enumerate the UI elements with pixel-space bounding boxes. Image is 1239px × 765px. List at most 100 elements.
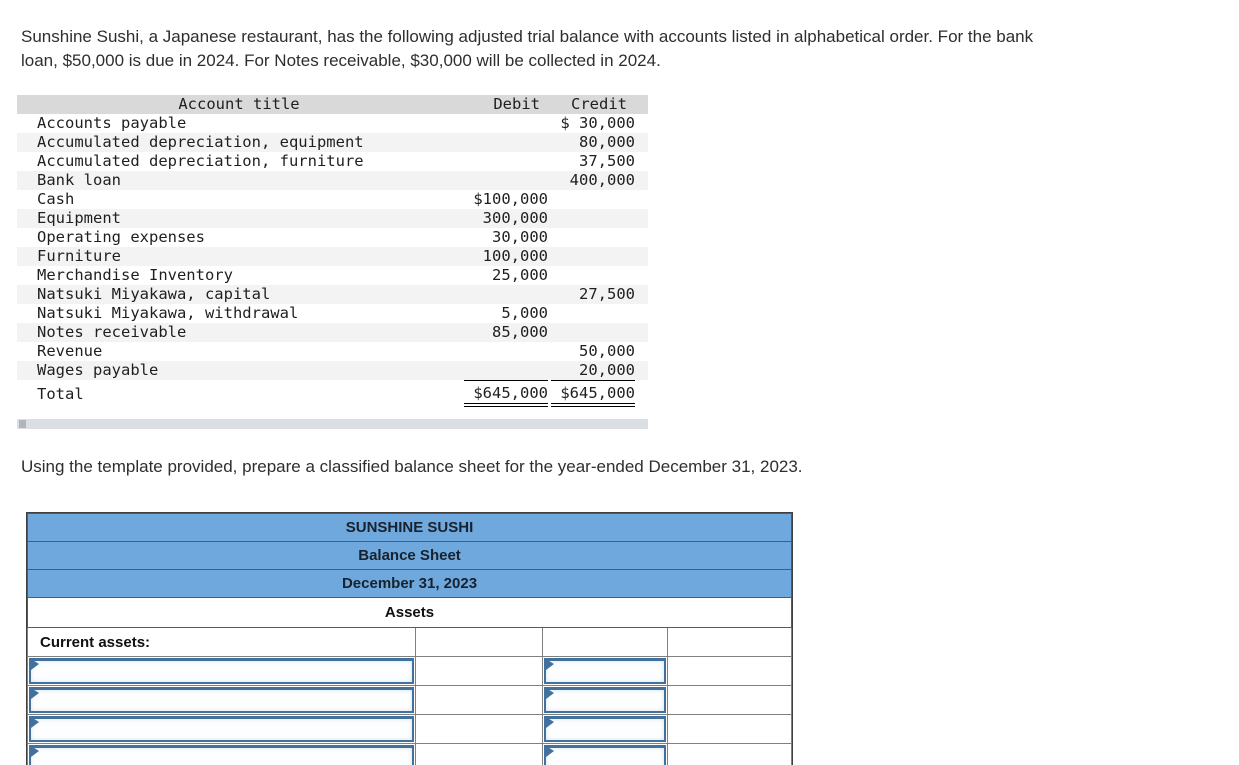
template-header-date: December 31, 2023 (26, 569, 793, 598)
total-credit: $645,000 (551, 380, 635, 407)
section-title: Assets (26, 597, 793, 628)
empty-cell (415, 656, 543, 686)
debit-value: 100,000 (482, 247, 548, 265)
trial-balance-header-row: Account title Debit Credit (17, 95, 648, 114)
table-row: Accounts payable $ 30,000 (17, 114, 648, 133)
table-row: Merchandise Inventory 25,000 (17, 266, 648, 285)
current-assets-row: Current assets: (27, 627, 793, 657)
account-name: Natsuki Miyakawa, capital (37, 285, 271, 303)
problem-statement-line1: Sunshine Sushi, a Japanese restaurant, h… (21, 27, 1034, 46)
empty-cell (415, 714, 543, 744)
credit-value (548, 190, 635, 209)
table-row: Accumulated depreciation, furniture 37,5… (17, 152, 648, 171)
credit-value: $ 30,000 (560, 114, 635, 132)
debit-value: 85,000 (492, 323, 548, 341)
debit-value (461, 133, 548, 152)
amount-entry-cell[interactable] (544, 658, 666, 684)
problem-statement: Sunshine Sushi, a Japanese restaurant, h… (21, 25, 1033, 72)
credit-value: 20,000 (579, 361, 635, 379)
debit-value: 5,000 (501, 304, 548, 322)
amount-entry-cell[interactable] (544, 716, 666, 742)
credit-value: 80,000 (579, 133, 635, 151)
dropdown-triangle-icon (31, 659, 39, 670)
debit-value (461, 171, 548, 190)
entry-row (27, 714, 793, 744)
table-row: Cash $100,000 (17, 190, 648, 209)
total-row: Total $645,000 $645,000 (17, 380, 648, 410)
entry-row (27, 656, 793, 686)
table-row: Natsuki Miyakawa, withdrawal 5,000 (17, 304, 648, 323)
horizontal-scrollbar[interactable] (17, 419, 648, 429)
credit-value: 37,500 (579, 152, 635, 170)
empty-cell (415, 743, 543, 765)
account-name: Revenue (37, 342, 103, 360)
account-entry-cell[interactable] (29, 745, 414, 765)
dropdown-triangle-icon (31, 688, 39, 699)
account-entry-cell[interactable] (29, 716, 414, 742)
table-row: Operating expenses 30,000 (17, 228, 648, 247)
table-row: Revenue 50,000 (17, 342, 648, 361)
statement-date: December 31, 2023 (26, 569, 793, 598)
section-header-assets: Assets (26, 597, 793, 628)
instruction-text: Using the template provided, prepare a c… (21, 457, 803, 476)
credit-value (548, 323, 635, 342)
account-entry-cell[interactable] (29, 687, 414, 713)
account-name: Cash (37, 190, 75, 208)
credit-value (548, 266, 635, 285)
table-row: Wages payable 20,000 (17, 361, 648, 380)
account-name: Operating expenses (37, 228, 205, 246)
debit-value (461, 342, 548, 361)
trial-balance-table: Account title Debit Credit Accounts paya… (17, 95, 648, 429)
entry-row (27, 743, 793, 765)
empty-cell (666, 656, 793, 686)
account-entry-cell[interactable] (29, 658, 414, 684)
account-name: Furniture (37, 247, 121, 265)
statement-title: Balance Sheet (26, 541, 793, 570)
dropdown-triangle-icon (546, 659, 554, 670)
template-header-company: SUNSHINE SUSHI (26, 513, 793, 542)
total-label: Total (37, 385, 84, 403)
table-row: Accumulated depreciation, equipment 80,0… (17, 133, 648, 152)
dropdown-triangle-icon (546, 746, 554, 757)
empty-cell (666, 685, 793, 715)
scrollbar-thumb[interactable] (19, 420, 26, 428)
amount-entry-cell[interactable] (544, 687, 666, 713)
account-name: Notes receivable (37, 323, 187, 341)
dropdown-triangle-icon (546, 717, 554, 728)
amount-entry-cell[interactable] (544, 745, 666, 765)
debit-value: $100,000 (473, 190, 548, 208)
dropdown-triangle-icon (546, 688, 554, 699)
credit-value: 400,000 (569, 171, 635, 189)
debit-value: 25,000 (492, 266, 548, 284)
dropdown-triangle-icon (31, 746, 39, 757)
debit-value: 30,000 (492, 228, 548, 246)
account-name: Accumulated depreciation, furniture (37, 152, 364, 170)
table-row: Natsuki Miyakawa, capital 27,500 (17, 285, 648, 304)
column-header-account-title: Account title (178, 95, 300, 113)
company-name: SUNSHINE SUSHI (26, 513, 793, 542)
table-row: Equipment 300,000 (17, 209, 648, 228)
table-row: Notes receivable 85,000 (17, 323, 648, 342)
balance-sheet-template: SUNSHINE SUSHI Balance Sheet December 31… (25, 512, 794, 765)
table-row: Furniture 100,000 (17, 247, 648, 266)
account-name: Wages payable (37, 361, 159, 379)
total-debit: $645,000 (464, 380, 548, 407)
debit-value (461, 114, 548, 133)
table-row: Bank loan 400,000 (17, 171, 648, 190)
dropdown-triangle-icon (31, 717, 39, 728)
empty-cell (666, 743, 793, 765)
debit-value (461, 152, 548, 171)
credit-value (548, 228, 635, 247)
credit-value: 50,000 (579, 342, 635, 360)
account-name: Accounts payable (37, 114, 187, 132)
credit-value (548, 304, 635, 323)
account-name: Bank loan (37, 171, 121, 189)
empty-cell (415, 627, 543, 657)
empty-cell (415, 685, 543, 715)
debit-value: 300,000 (482, 209, 548, 227)
problem-statement-line2: loan, $50,000 is due in 2024. For Notes … (21, 50, 661, 70)
credit-value: 27,500 (579, 285, 635, 303)
empty-cell (542, 627, 668, 657)
debit-value (461, 361, 548, 380)
column-header-debit: Debit (493, 95, 540, 113)
